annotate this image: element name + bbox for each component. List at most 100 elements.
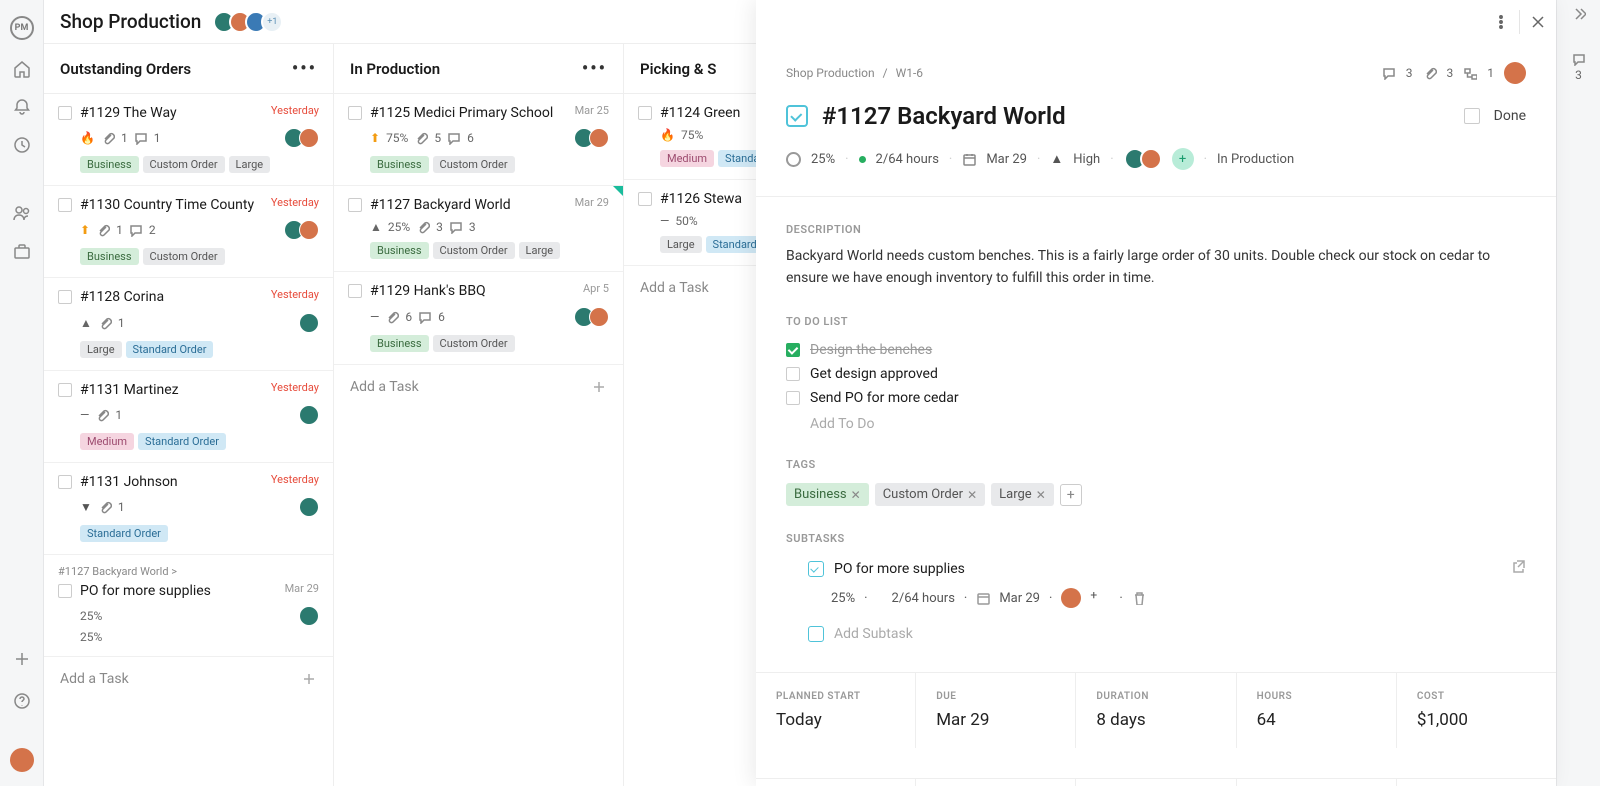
task-type-icon — [786, 105, 808, 127]
column-title: Picking & S — [640, 60, 716, 78]
metric-done: DONE — [916, 779, 1076, 786]
clock-icon[interactable] — [13, 136, 31, 154]
metric-cost: COST — [1397, 779, 1556, 786]
card-checkbox[interactable] — [58, 584, 72, 598]
subtask-title[interactable]: PO for more supplies — [834, 561, 965, 577]
tag-cust: Custom Order — [143, 248, 225, 265]
page-title: Shop Production — [60, 10, 201, 33]
tag-biz: Business — [370, 335, 429, 352]
bell-icon[interactable] — [13, 98, 31, 116]
open-subtask[interactable] — [1511, 559, 1526, 578]
card-title: #1125 Medici Primary School — [370, 104, 567, 122]
remove-tag[interactable]: ✕ — [1036, 488, 1046, 502]
card-title: #1128 Corina — [80, 288, 263, 306]
card-checkbox[interactable] — [348, 284, 362, 298]
home-icon[interactable] — [13, 60, 31, 78]
metric-planned start: PLANNED STARTToday — [756, 673, 916, 748]
card-checkbox[interactable] — [58, 106, 72, 120]
comment-icon[interactable] — [1572, 52, 1586, 66]
remove-tag[interactable]: ✕ — [967, 488, 977, 502]
card-checkbox[interactable] — [58, 290, 72, 304]
task-card[interactable]: #1125 Medici Primary School Mar 25 ⬆75%5… — [334, 94, 623, 186]
plus-icon[interactable] — [13, 650, 31, 668]
task-card[interactable]: #1131 Martinez Yesterday —1 MediumStanda… — [44, 371, 333, 463]
card-checkbox[interactable] — [638, 106, 652, 120]
detail-tag: Large ✕ — [991, 483, 1054, 506]
more-members[interactable]: +1 — [261, 11, 283, 33]
trash-icon[interactable] — [1132, 591, 1146, 605]
tag-biz: Business — [80, 156, 139, 173]
todo-item[interactable]: Get design approved — [786, 362, 1526, 386]
breadcrumb-id: W1-6 — [896, 66, 923, 80]
add-task[interactable]: Add a Task — [334, 365, 623, 409]
tag-lg: Large — [660, 236, 702, 253]
todo-checkbox[interactable] — [786, 343, 800, 357]
metric-duration: DURATION — [1076, 779, 1236, 786]
todo-checkbox[interactable] — [786, 367, 800, 381]
card-date: Yesterday — [271, 473, 319, 486]
briefcase-icon[interactable] — [13, 242, 31, 260]
card-checkbox[interactable] — [348, 198, 362, 212]
metric-duration: DURATION8 days — [1076, 673, 1236, 748]
metric-hours: HOURS — [1237, 779, 1397, 786]
column-menu[interactable]: ••• — [292, 58, 317, 79]
card-title: PO for more supplies — [80, 582, 277, 600]
metric-actual start: ACTUAL START — [756, 779, 916, 786]
breadcrumb-root[interactable]: Shop Production — [786, 66, 875, 80]
add-task[interactable]: Add a Task — [44, 657, 333, 701]
nav-rail: PM — [0, 0, 44, 786]
task-card[interactable]: #1128 Corina Yesterday ▲1 LargeStandard … — [44, 278, 333, 370]
status-label[interactable]: In Production — [1217, 152, 1294, 167]
card-checkbox[interactable] — [348, 106, 362, 120]
task-card[interactable]: #1129 Hank's BBQ Apr 5 —66 BusinessCusto… — [334, 272, 623, 364]
todo-checkbox[interactable] — [786, 391, 800, 405]
add-todo[interactable]: Add To Do — [810, 416, 1526, 432]
add-sub-assignee[interactable]: + — [1090, 588, 1110, 608]
add-subtask[interactable]: Add Subtask — [786, 626, 1526, 642]
subtask-icon — [808, 561, 824, 577]
tag-std: Standard Order — [126, 341, 214, 358]
tag-cust: Custom Order — [433, 335, 515, 352]
task-title[interactable]: #1127 Backyard World — [822, 102, 1450, 130]
task-card[interactable]: #1131 Johnson Yesterday ▼1 Standard Orde… — [44, 463, 333, 555]
app-logo[interactable]: PM — [10, 16, 34, 40]
profile-avatar[interactable] — [10, 748, 34, 772]
help-icon[interactable] — [13, 692, 31, 710]
tag-cust: Custom Order — [433, 156, 515, 173]
activity-rail: 3 — [1556, 0, 1600, 786]
description-text[interactable]: Backyard World needs custom benches. Thi… — [786, 246, 1526, 289]
subtask-icon — [1463, 66, 1477, 80]
detail-tag: Business ✕ — [786, 483, 869, 506]
todo-item[interactable]: Send PO for more cedar — [786, 386, 1526, 410]
collapse-icon[interactable] — [1572, 6, 1586, 20]
card-date: Yesterday — [271, 381, 319, 394]
task-detail-panel: Shop Production / W1-6 3 3 1 #1127 Backy… — [756, 0, 1556, 786]
tag-cust: Custom Order — [433, 242, 515, 259]
card-date: Mar 29 — [285, 582, 319, 595]
tag-med: Medium — [660, 150, 714, 167]
task-card[interactable]: #1130 Country Time County Yesterday ⬆12 … — [44, 186, 333, 278]
more-icon[interactable] — [1493, 14, 1509, 30]
add-assignee[interactable]: + — [1172, 148, 1194, 170]
calendar-icon — [962, 152, 976, 166]
card-date: Apr 5 — [583, 282, 609, 295]
detail-tag: Custom Order ✕ — [875, 483, 985, 506]
add-tag[interactable]: + — [1060, 484, 1082, 506]
task-card[interactable]: #1127 Backyard World > PO for more suppl… — [44, 555, 333, 657]
done-checkbox[interactable] — [1464, 108, 1480, 124]
board-column: Outstanding Orders••• #1129 The Way Yest… — [44, 44, 334, 786]
people-icon[interactable] — [13, 204, 31, 222]
close-icon[interactable] — [1530, 14, 1546, 30]
card-checkbox[interactable] — [58, 198, 72, 212]
card-date: Yesterday — [271, 196, 319, 209]
card-title: #1130 Country Time County — [80, 196, 263, 214]
card-checkbox[interactable] — [638, 192, 652, 206]
task-card[interactable]: #1127 Backyard World Mar 29 ▲25%33 Busin… — [334, 186, 623, 272]
card-checkbox[interactable] — [58, 383, 72, 397]
card-checkbox[interactable] — [58, 475, 72, 489]
remove-tag[interactable]: ✕ — [851, 488, 861, 502]
todo-item[interactable]: Design the benches — [786, 338, 1526, 362]
member-avatars[interactable]: +1 — [213, 11, 283, 33]
task-card[interactable]: #1129 The Way Yesterday 🔥11 BusinessCust… — [44, 94, 333, 186]
column-menu[interactable]: ••• — [582, 58, 607, 79]
